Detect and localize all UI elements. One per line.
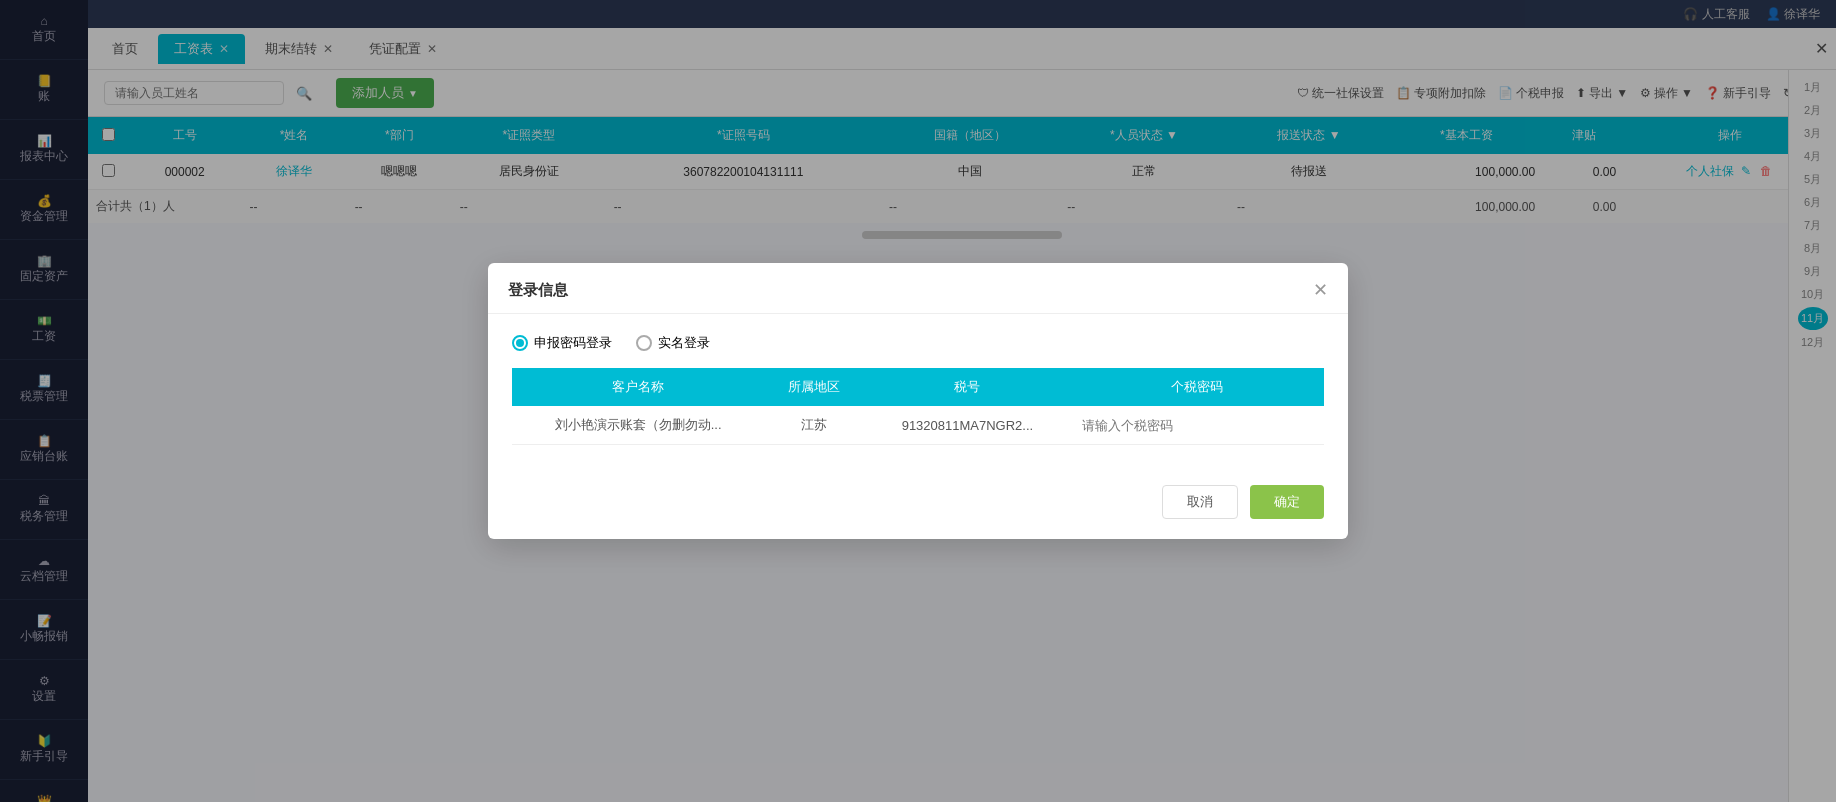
modal-body: 申报密码登录 实名登录 客户名称 所属地区 税号 个税密码 [488, 314, 1348, 473]
radio-group: 申报密码登录 实名登录 [512, 334, 1324, 352]
modal-cell-taxno: 91320811MA7NGR2... [865, 406, 1071, 445]
modal-cell-region: 江苏 [764, 406, 864, 445]
confirm-button[interactable]: 确定 [1250, 485, 1324, 519]
modal-col-region: 所属地区 [764, 368, 864, 406]
radio-password-circle [512, 335, 528, 351]
modal-cell-password[interactable] [1070, 406, 1324, 445]
modal-cell-client: 刘小艳演示账套（勿删勿动... [512, 406, 764, 445]
modal-table-row: 刘小艳演示账套（勿删勿动... 江苏 91320811MA7NGR2... [512, 406, 1324, 445]
modal-header: 登录信息 ✕ [488, 263, 1348, 314]
modal-close-btn[interactable]: ✕ [1313, 279, 1328, 301]
modal-col-client: 客户名称 [512, 368, 764, 406]
radio-password-login[interactable]: 申报密码登录 [512, 334, 612, 352]
cancel-button[interactable]: 取消 [1162, 485, 1238, 519]
modal-col-password: 个税密码 [1070, 368, 1324, 406]
login-info-modal: 登录信息 ✕ 申报密码登录 实名登录 客户名称 所属地区 [488, 263, 1348, 539]
modal-col-taxno: 税号 [865, 368, 1071, 406]
modal-title: 登录信息 [508, 281, 568, 300]
modal-footer: 取消 确定 [488, 473, 1348, 539]
tax-password-input[interactable] [1082, 418, 1312, 433]
modal-overlay[interactable]: 登录信息 ✕ 申报密码登录 实名登录 客户名称 所属地区 [0, 0, 1836, 802]
radio-realname-circle [636, 335, 652, 351]
modal-client-table: 客户名称 所属地区 税号 个税密码 刘小艳演示账套（勿删勿动... 江苏 913… [512, 368, 1324, 445]
radio-realname-login[interactable]: 实名登录 [636, 334, 710, 352]
